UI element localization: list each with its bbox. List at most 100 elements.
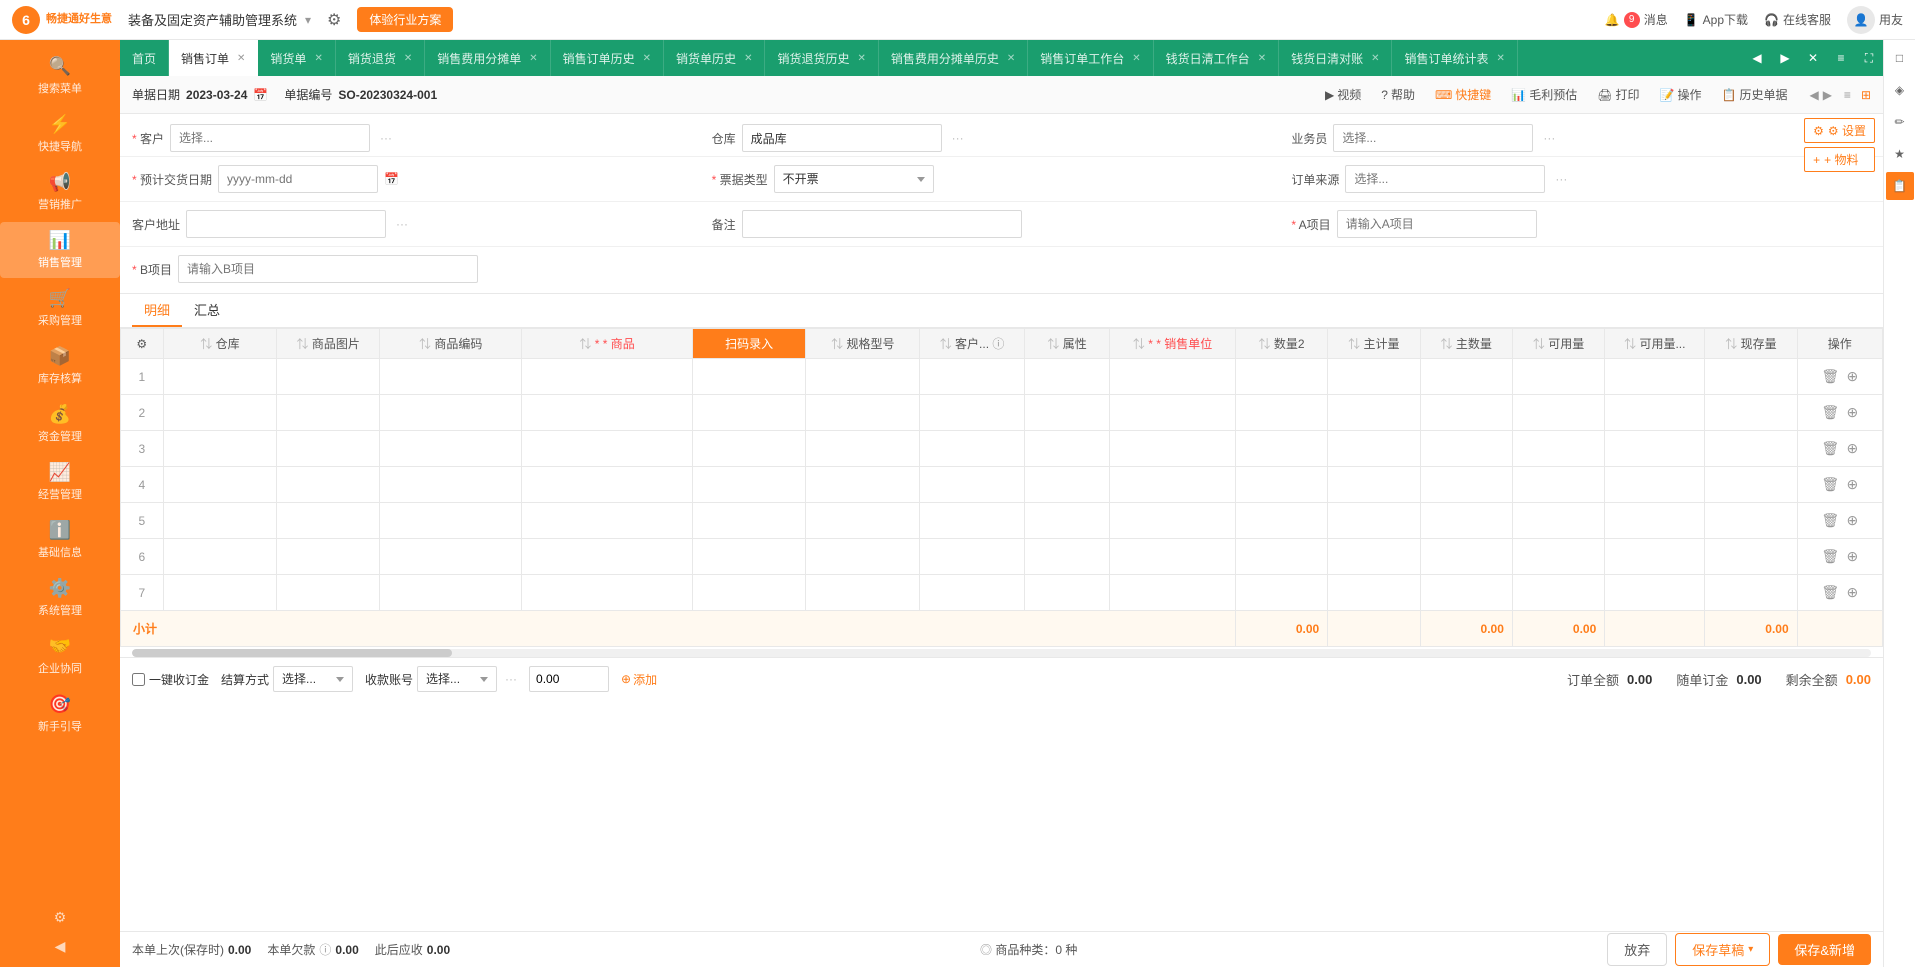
table-scrollbar[interactable] — [132, 649, 1871, 657]
row5-warehouse[interactable] — [163, 503, 277, 539]
row5-attribute[interactable] — [1024, 503, 1109, 539]
row4-delete-btn[interactable]: 🗑 — [1819, 474, 1841, 494]
customer-input[interactable] — [170, 124, 370, 152]
sidebar-item-basic[interactable]: ℹ️ 基础信息 — [0, 512, 120, 568]
row5-delete-btn[interactable]: 🗑 — [1819, 510, 1841, 530]
discard-btn[interactable]: 放弃 — [1607, 933, 1667, 966]
tab-invoice-history[interactable]: 销货单历史 ✕ — [664, 40, 765, 76]
sidebar-item-sales[interactable]: 📊 销售管理 — [0, 222, 120, 278]
tab-sales-order-history[interactable]: 销售订单历史 ✕ — [551, 40, 664, 76]
row6-main-qty[interactable] — [1420, 539, 1512, 575]
row4-code[interactable] — [380, 467, 522, 503]
close-tab-12[interactable]: ✕ — [1497, 53, 1505, 64]
column-settings-btn[interactable]: ⚙ ⚙ 设置 — [1804, 118, 1875, 143]
sidebar-item-system[interactable]: ⚙️ 系统管理 — [0, 570, 120, 626]
sidebar-item-search[interactable]: 🔍 搜索菜单 — [0, 48, 120, 104]
close-sales-expense-tab[interactable]: ✕ — [529, 53, 537, 64]
row5-qty2[interactable] — [1235, 503, 1327, 539]
tab-sales-order[interactable]: 销售订单 ✕ — [169, 40, 258, 76]
row2-code[interactable] — [380, 395, 522, 431]
view-toggle-list[interactable]: ≡ — [1844, 88, 1851, 102]
solution-button[interactable]: 体验行业方案 — [357, 7, 453, 32]
date-picker-icon[interactable]: 📅 — [384, 172, 399, 186]
row7-customer-code[interactable] — [920, 575, 1025, 611]
invoice-type-select[interactable]: 不开票 增值税专用发票 普通发票 — [774, 165, 934, 193]
settings-icon[interactable]: ⚙ — [327, 10, 341, 30]
row6-qty2[interactable] — [1235, 539, 1327, 575]
sidebar-item-finance[interactable]: 💰 资金管理 — [0, 396, 120, 452]
save-new-btn[interactable]: 保存&新增 — [1778, 934, 1871, 965]
messages-nav[interactable]: 🔔 9 消息 — [1605, 11, 1668, 28]
row2-product[interactable] — [522, 395, 693, 431]
close-tab-9[interactable]: ✕ — [1132, 53, 1140, 64]
row4-main-qty[interactable] — [1420, 467, 1512, 503]
row3-qty2[interactable] — [1235, 431, 1327, 467]
address-more-btn[interactable]: ··· — [396, 217, 408, 231]
right-tool-edit[interactable]: ✏ — [1886, 108, 1914, 136]
tab-reconcile[interactable]: 钱货日清对账 ✕ — [1279, 40, 1392, 76]
tab-daily-clear[interactable]: 钱货日清工作台 ✕ — [1154, 40, 1279, 76]
arrears-info-icon[interactable]: ⓘ — [319, 941, 331, 958]
remarks-input[interactable] — [742, 210, 1022, 238]
sidebar-item-guide[interactable]: 🎯 新手引导 — [0, 686, 120, 742]
right-tool-clipboard[interactable]: 📋 — [1886, 172, 1914, 200]
row1-delete-btn[interactable]: 🗑 — [1819, 366, 1841, 386]
row7-product[interactable] — [522, 575, 693, 611]
row4-warehouse[interactable] — [163, 467, 277, 503]
row4-product[interactable] — [522, 467, 693, 503]
sidebar-item-inventory[interactable]: 📦 库存核算 — [0, 338, 120, 394]
row3-delete-btn[interactable]: 🗑 — [1819, 438, 1841, 458]
row3-sales-unit[interactable] — [1110, 431, 1236, 467]
row5-spec[interactable] — [806, 503, 920, 539]
tab-sales-return[interactable]: 销货退货 ✕ — [336, 40, 425, 76]
row1-customer-code[interactable] — [920, 359, 1025, 395]
row2-copy-btn[interactable]: ⊕ — [1845, 402, 1861, 422]
close-tab-10[interactable]: ✕ — [1258, 53, 1266, 64]
add-goods-btn[interactable]: + + 物料 — [1804, 147, 1875, 172]
th-settings[interactable]: ⚙ — [121, 329, 164, 359]
row1-main-qty[interactable] — [1420, 359, 1512, 395]
row5-product[interactable] — [522, 503, 693, 539]
row7-warehouse[interactable] — [163, 575, 277, 611]
tab-next-btn[interactable]: ▶ — [1771, 44, 1799, 72]
row7-spec[interactable] — [806, 575, 920, 611]
tab-summary[interactable]: 汇总 — [182, 294, 232, 327]
row7-copy-btn[interactable]: ⊕ — [1845, 582, 1861, 602]
row7-sales-unit[interactable] — [1110, 575, 1236, 611]
save-draft-btn[interactable]: 保存草稿 ▾ — [1675, 933, 1770, 966]
system-dropdown-icon[interactable]: ▾ — [305, 13, 311, 27]
row7-qty2[interactable] — [1235, 575, 1327, 611]
close-tab-11[interactable]: ✕ — [1371, 53, 1379, 64]
row2-qty2[interactable] — [1235, 395, 1327, 431]
row2-attribute[interactable] — [1024, 395, 1109, 431]
tab-prev-btn[interactable]: ◀ — [1743, 44, 1771, 72]
row4-attribute[interactable] — [1024, 467, 1109, 503]
customer-service-nav[interactable]: 🎧 在线客服 — [1764, 11, 1831, 28]
row4-qty2[interactable] — [1235, 467, 1327, 503]
row6-delete-btn[interactable]: 🗑 — [1819, 546, 1841, 566]
app-download-nav[interactable]: 📱 App下载 — [1684, 11, 1748, 28]
row6-sales-unit[interactable] — [1110, 539, 1236, 575]
row1-code[interactable] — [380, 359, 522, 395]
account-more-btn[interactable]: ··· — [505, 672, 517, 686]
row5-code[interactable] — [380, 503, 522, 539]
row1-qty2[interactable] — [1235, 359, 1327, 395]
collapse-icon[interactable]: ⚙ — [50, 905, 71, 930]
row6-product[interactable] — [522, 539, 693, 575]
row6-attribute[interactable] — [1024, 539, 1109, 575]
row2-sales-unit[interactable] — [1110, 395, 1236, 431]
row4-customer-code[interactable] — [920, 467, 1025, 503]
project-a-input[interactable] — [1337, 210, 1537, 238]
goods-count-icon[interactable]: ◎ — [980, 943, 992, 957]
close-tab-6[interactable]: ✕ — [744, 53, 752, 64]
close-sales-invoice-tab[interactable]: ✕ — [314, 53, 322, 64]
row2-customer-code[interactable] — [920, 395, 1025, 431]
row5-sales-unit[interactable] — [1110, 503, 1236, 539]
row2-spec[interactable] — [806, 395, 920, 431]
tab-return-history[interactable]: 销货退货历史 ✕ — [765, 40, 878, 76]
tab-maximize-btn[interactable]: ⛶ — [1855, 44, 1883, 72]
row4-spec[interactable] — [806, 467, 920, 503]
row6-copy-btn[interactable]: ⊕ — [1845, 546, 1861, 566]
next-record-btn[interactable]: ▶ — [1823, 88, 1832, 102]
tab-more-btn[interactable]: ≡ — [1827, 44, 1855, 72]
